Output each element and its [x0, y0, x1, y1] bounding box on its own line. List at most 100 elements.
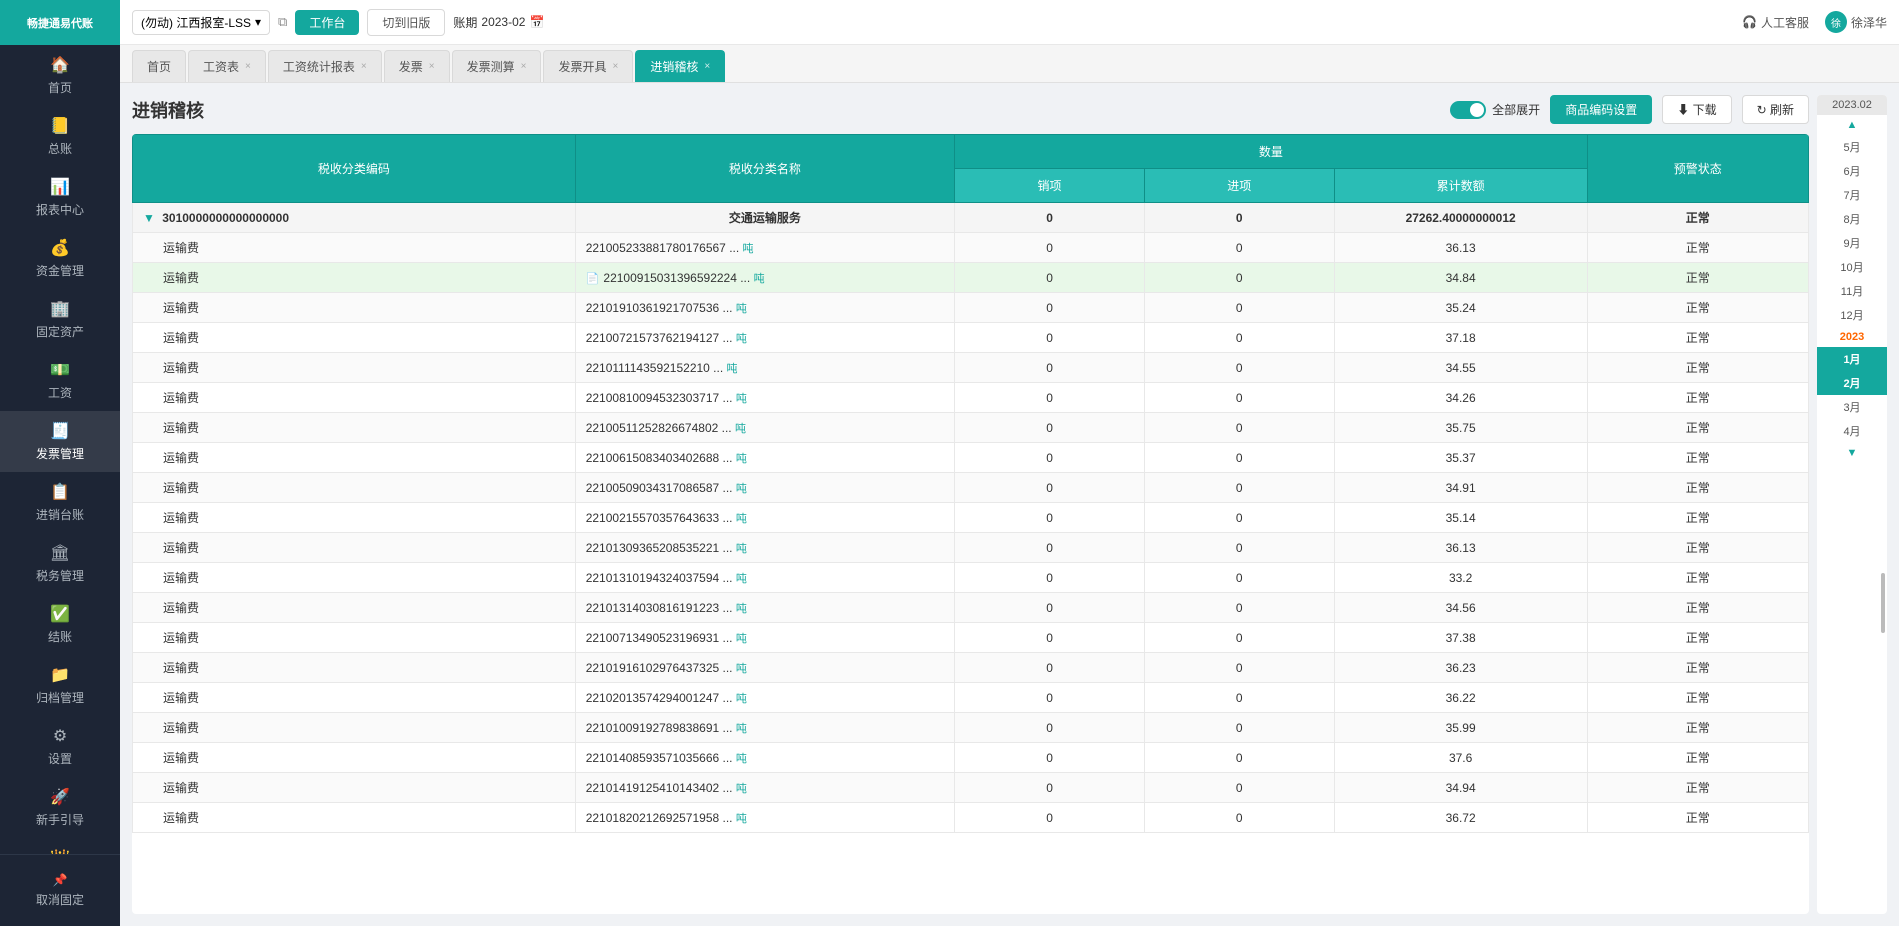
- sidebar-item-label: 报表中心: [36, 201, 84, 218]
- tab-invoice-calc[interactable]: 发票测算 ×: [452, 50, 542, 82]
- calendar-year-prev[interactable]: 2023.02: [1817, 95, 1887, 115]
- table-cell-purchase: 0: [1144, 293, 1334, 323]
- table-cell-name: 运输费: [133, 353, 576, 383]
- tab-purchase-sales[interactable]: 进销稽核 ×: [635, 50, 725, 82]
- company-selector[interactable]: (勿动) 江西报室-LSS ▾: [132, 10, 270, 35]
- workbench-button[interactable]: 工作台: [295, 10, 359, 35]
- tab-invoice-open[interactable]: 发票开具 ×: [543, 50, 633, 82]
- table-cell-sales: 0: [955, 443, 1145, 473]
- calendar-month-3[interactable]: 3月: [1817, 395, 1887, 419]
- sidebar-item-salary[interactable]: 💵 工资: [0, 350, 120, 411]
- expand-toggle[interactable]: 全部展开: [1450, 101, 1540, 119]
- tab-home[interactable]: 首页: [132, 50, 186, 82]
- table-cell-status: 正常: [1587, 623, 1808, 653]
- sidebar-item-intax[interactable]: 📋 进销台账: [0, 472, 120, 533]
- invoice-icon: 🧾: [50, 421, 70, 441]
- ledger-icon: 📒: [50, 116, 70, 136]
- data-table-wrapper: 税收分类编码 税收分类名称 数量 预警状态 销项 进项 累计数额: [132, 134, 1809, 914]
- table-cell-sales: 0: [955, 683, 1145, 713]
- calendar-down-arrow[interactable]: ▼: [1817, 443, 1887, 463]
- table-row: 运输费 2210140859357103566​6 ... 吨 0 0 37.6…: [133, 743, 1809, 773]
- table-cell-purchase: 0: [1144, 683, 1334, 713]
- tab-close-icon[interactable]: ×: [429, 61, 435, 72]
- scrollbar-thumb[interactable]: [1881, 573, 1885, 633]
- table-row: 运输费 2210021557035764363​3 ... 吨 0 0 35.1…: [133, 503, 1809, 533]
- calendar-month-8[interactable]: 8月: [1817, 207, 1887, 231]
- table-cell-purchase: 0: [1144, 503, 1334, 533]
- tab-close-icon[interactable]: ×: [361, 61, 367, 72]
- table-row: ▼ 3010000000000000000 交通运输服务 0 0 27262.4…: [133, 203, 1809, 233]
- calendar-icon[interactable]: 📅: [529, 15, 544, 29]
- tab-salary-report[interactable]: 工资统计报表 ×: [268, 50, 382, 82]
- calendar-month-2[interactable]: 2月: [1817, 371, 1887, 395]
- table-cell-sales: 0: [955, 203, 1145, 233]
- table-cell-sales: 0: [955, 503, 1145, 533]
- headset-icon: 🎧: [1742, 15, 1757, 29]
- tab-label: 首页: [147, 58, 171, 75]
- sidebar-item-archive[interactable]: 📁 归档管理: [0, 655, 120, 716]
- copy-icon[interactable]: ⧉: [278, 14, 287, 30]
- sidebar-item-ledger[interactable]: 📒 总账: [0, 106, 120, 167]
- download-button[interactable]: ⬇ 下载: [1662, 95, 1731, 124]
- tab-invoice[interactable]: 发票 ×: [384, 50, 450, 82]
- sidebar-item-guide[interactable]: 🚀 新手引导: [0, 777, 120, 838]
- table-cell-cumulative: 27262.40000000012: [1334, 203, 1587, 233]
- table-row: 运输费 2210131019432403759​4 ... 吨 0 0 33.2…: [133, 563, 1809, 593]
- product-code-settings-button[interactable]: 商品编码设置: [1550, 95, 1652, 124]
- calendar-month-7[interactable]: 7月: [1817, 183, 1887, 207]
- table-row: 运输费 2210081009453230371​7 ... 吨 0 0 34.2…: [133, 383, 1809, 413]
- avatar-icon: 徐: [1825, 11, 1847, 33]
- tab-salary[interactable]: 工资表 ×: [188, 50, 266, 82]
- table-cell-status: 正常: [1587, 443, 1808, 473]
- calendar-month-9[interactable]: 9月: [1817, 231, 1887, 255]
- tab-close-icon[interactable]: ×: [704, 61, 710, 72]
- calendar-month-6[interactable]: 6月: [1817, 159, 1887, 183]
- sidebar-item-asset[interactable]: 🏢 固定资产: [0, 289, 120, 350]
- sidebar-item-member[interactable]: 👑 畅会员: [0, 838, 120, 854]
- table-row: 运输费 2210071349052319693​1 ... 吨 0 0 37.3…: [133, 623, 1809, 653]
- sidebar-item-label: 设置: [48, 750, 72, 767]
- table-cell-status: 正常: [1587, 563, 1808, 593]
- table-cell-cumulative: 35.37: [1334, 443, 1587, 473]
- table-cell-name: 运输费: [133, 743, 576, 773]
- calendar-up-arrow[interactable]: ▲: [1817, 115, 1887, 135]
- table-cell-sales: 0: [955, 353, 1145, 383]
- sidebar-item-tax[interactable]: 🏛 税务管理: [0, 533, 120, 594]
- table-cell-status: 正常: [1587, 593, 1808, 623]
- toggle-switch[interactable]: [1450, 101, 1486, 119]
- table-row: 运输费 2210191036192170753​6 ... 吨 0 0 35.2…: [133, 293, 1809, 323]
- calendar-month-5[interactable]: 5月: [1817, 135, 1887, 159]
- calendar-month-10[interactable]: 10月: [1817, 255, 1887, 279]
- sidebar-item-report[interactable]: 📊 报表中心: [0, 167, 120, 228]
- table-cell-name: 运输费: [133, 263, 576, 293]
- unpin-button[interactable]: 📌 取消固定: [0, 865, 120, 916]
- table-cell-status: 正常: [1587, 353, 1808, 383]
- sidebar-item-label: 新手引导: [36, 811, 84, 828]
- tab-close-icon[interactable]: ×: [612, 61, 618, 72]
- calendar-month-1[interactable]: 1月: [1817, 347, 1887, 371]
- calendar-month-11[interactable]: 11月: [1817, 279, 1887, 303]
- tab-close-icon[interactable]: ×: [245, 61, 251, 72]
- calendar-month-12[interactable]: 12月: [1817, 303, 1887, 327]
- table-cell-sales: 0: [955, 593, 1145, 623]
- sidebar-item-invoice[interactable]: 🧾 发票管理: [0, 411, 120, 472]
- table-cell-invoice: 2210141912541014340​2 ... 吨: [575, 773, 954, 803]
- table-cell-invoice: 2210061508340340268​8 ... 吨: [575, 443, 954, 473]
- tab-close-icon[interactable]: ×: [521, 61, 527, 72]
- support-button[interactable]: 🎧 人工客服: [1742, 14, 1809, 31]
- table-cell-cumulative: 36.13: [1334, 533, 1587, 563]
- sidebar-item-capital[interactable]: 💰 资金管理: [0, 228, 120, 289]
- sidebar-item-settings[interactable]: ⚙ 设置: [0, 716, 120, 777]
- refresh-button[interactable]: ↻ 刷新: [1742, 95, 1809, 124]
- tab-label: 发票: [399, 58, 423, 75]
- sidebar-item-settle[interactable]: ✅ 结账: [0, 594, 120, 655]
- calendar-month-4[interactable]: 4月: [1817, 419, 1887, 443]
- table-cell-cumulative: 35.14: [1334, 503, 1587, 533]
- settings-icon: ⚙: [53, 726, 67, 746]
- sidebar-item-home[interactable]: 🏠 首页: [0, 45, 120, 106]
- table-cell-sales: 0: [955, 413, 1145, 443]
- table-row: 运输费 📄2210091503139659222​4 ... 吨 0 0 34.…: [133, 263, 1809, 293]
- user-menu[interactable]: 徐 徐泽华: [1825, 11, 1887, 33]
- switch-version-button[interactable]: 切到旧版: [367, 9, 445, 36]
- calendar-year-current[interactable]: 2023: [1817, 327, 1887, 347]
